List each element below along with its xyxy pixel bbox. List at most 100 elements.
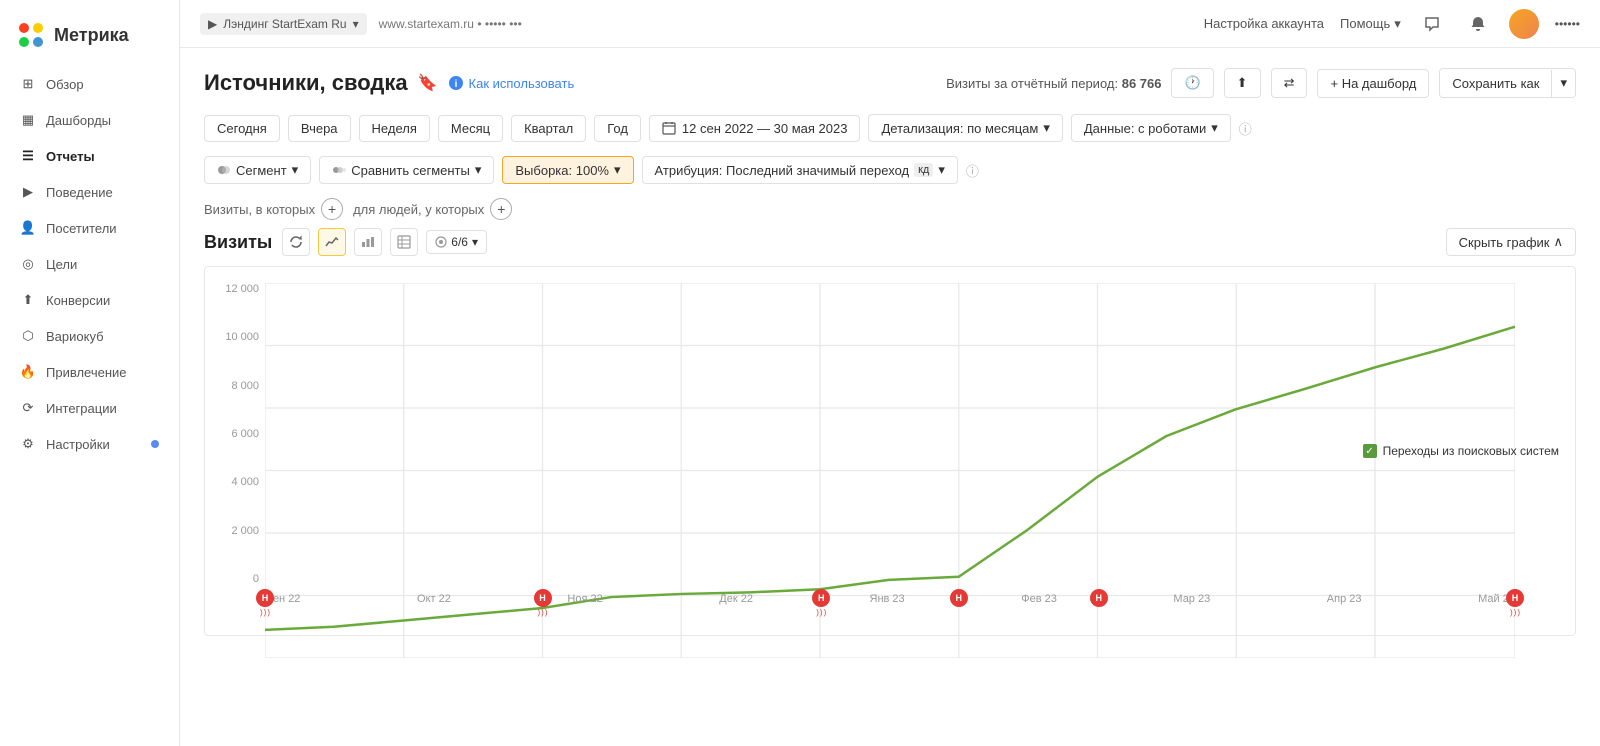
segment-label: Сегмент xyxy=(236,163,287,178)
cube-icon: ⬡ xyxy=(20,328,36,344)
segment-button[interactable]: Сегмент ▾ xyxy=(204,156,311,184)
refresh-button[interactable] xyxy=(282,228,310,256)
visits-title: Визиты xyxy=(204,232,272,253)
save-as-dropdown-button[interactable]: ▾ xyxy=(1552,69,1575,97)
event-marker-sep22[interactable]: Н ) ) ) xyxy=(256,589,274,617)
detail-button[interactable]: Детализация: по месяцам ▾ xyxy=(868,114,1062,142)
behavior-icon: ▶ xyxy=(20,184,36,200)
legend-label: Переходы из поисковых систем xyxy=(1383,444,1559,458)
x-label-jan23: Янв 23 xyxy=(870,593,905,605)
add-people-filter-button[interactable]: + xyxy=(490,198,512,220)
event-marker-feb23[interactable]: Н xyxy=(950,589,968,607)
visits-section: Визиты xyxy=(204,228,1576,636)
dashboard-icon: ▦ xyxy=(20,112,36,128)
page-header: Источники, сводка 🔖 i Как использовать В… xyxy=(204,68,1576,98)
sidebar-label-goals: Цели xyxy=(46,257,77,272)
site-selector[interactable]: ▶ Лэндинг StartExam Ru ▾ xyxy=(200,13,367,35)
username[interactable]: •••••• xyxy=(1555,17,1580,31)
sidebar-label-overview: Обзор xyxy=(46,77,84,92)
event-marker-mar23[interactable]: Н xyxy=(1090,589,1108,607)
compare-segments-button[interactable]: Сравнить сегменты ▾ xyxy=(319,156,494,184)
detail-label: Детализация: по месяцам xyxy=(881,121,1038,136)
sidebar-item-overview[interactable]: ⊞ Обзор xyxy=(4,67,175,101)
legend-checkbox[interactable]: ✓ xyxy=(1363,444,1377,458)
clock-icon: 🕐 xyxy=(1184,75,1200,91)
sidebar-item-variocube[interactable]: ⬡ Вариокуб xyxy=(4,319,175,353)
data-button[interactable]: Данные: с роботами ▾ xyxy=(1071,114,1231,142)
user-avatar[interactable] xyxy=(1509,9,1539,39)
sidebar-label-behavior: Поведение xyxy=(46,185,113,200)
help-chevron-icon: ▾ xyxy=(1394,16,1401,32)
export-button[interactable]: ⬆ xyxy=(1224,68,1261,98)
sample-label: Выборка: 100% xyxy=(515,163,609,178)
data-info-icon[interactable]: ⓘ xyxy=(1239,119,1252,138)
segment-icon xyxy=(217,163,231,177)
date-range-button[interactable]: 12 сен 2022 — 30 мая 2023 xyxy=(649,115,861,142)
app-logo[interactable]: Метрика xyxy=(0,8,179,66)
sidebar-item-integrations[interactable]: ⟳ Интеграции xyxy=(4,391,175,425)
event-marker-nov22[interactable]: Н ) ) ) xyxy=(534,589,552,617)
table-chart-button[interactable] xyxy=(390,228,418,256)
hide-graph-button[interactable]: Скрыть график ∧ xyxy=(1446,228,1576,256)
bookmark-icon[interactable]: 🔖 xyxy=(418,73,438,93)
acquisition-icon: 🔥 xyxy=(20,364,36,380)
add-to-dashboard-button[interactable]: + На дашборд xyxy=(1317,69,1429,98)
people-filter-label: для людей, у которых xyxy=(353,202,484,217)
quarter-button[interactable]: Квартал xyxy=(511,115,586,142)
layers-button[interactable]: 6/6 ▾ xyxy=(426,230,487,254)
save-as-button[interactable]: Сохранить как xyxy=(1440,70,1552,97)
month-button[interactable]: Месяц xyxy=(438,115,503,142)
attribution-chevron-icon: ▾ xyxy=(938,162,945,178)
help-button[interactable]: Помощь ▾ xyxy=(1340,16,1401,32)
week-button[interactable]: Неделя xyxy=(359,115,430,142)
svg-text:i: i xyxy=(454,79,457,90)
add-visits-filter-button[interactable]: + xyxy=(321,198,343,220)
sidebar-item-dashboards[interactable]: ▦ Дашборды xyxy=(4,103,175,137)
sidebar-item-acquisition[interactable]: 🔥 Привлечение xyxy=(4,355,175,389)
sidebar-item-conversions[interactable]: ⬆ Конверсии xyxy=(4,283,175,317)
share-button[interactable]: ⇄ xyxy=(1271,68,1308,98)
reports-icon: ☰ xyxy=(20,148,36,164)
notifications-icon-button[interactable] xyxy=(1463,9,1493,39)
sidebar-item-goals[interactable]: ◎ Цели xyxy=(4,247,175,281)
visits-controls: 6/6 ▾ xyxy=(282,228,487,256)
page-title-row: Источники, сводка 🔖 i Как использовать xyxy=(204,70,574,96)
event-marker-may23[interactable]: Н ) ) ) xyxy=(1506,589,1524,617)
conversions-icon: ⬆ xyxy=(20,292,36,308)
topbar: ▶ Лэндинг StartExam Ru ▾ www.startexam.r… xyxy=(180,0,1600,48)
sidebar-item-reports[interactable]: ☰ Отчеты xyxy=(4,139,175,173)
how-to-use-link[interactable]: i Как использовать xyxy=(448,75,575,91)
site-url: www.startexam.ru • ••••• ••• xyxy=(379,17,522,31)
attribution-info-icon[interactable]: ⓘ xyxy=(966,161,979,180)
save-as-control: Сохранить как ▾ xyxy=(1439,68,1576,98)
line-chart-icon xyxy=(325,235,339,249)
main-area: ▶ Лэндинг StartExam Ru ▾ www.startexam.r… xyxy=(180,0,1600,746)
event-marker-jan23[interactable]: Н ) ) ) xyxy=(812,589,830,617)
settings-icon: ⚙ xyxy=(20,436,36,452)
help-label: Помощь xyxy=(1340,16,1390,31)
chart-x-labels: Сен 22 Окт 22 Ноя 22 Дек 22 Янв 23 Фев 2… xyxy=(265,593,1515,605)
sidebar-item-settings[interactable]: ⚙ Настройки xyxy=(4,427,175,461)
how-to-use-label: Как использовать xyxy=(469,76,575,91)
visits-period-info: Визиты за отчётный период: 86 766 xyxy=(946,76,1161,91)
y-label-0: 0 xyxy=(253,573,259,585)
filter-bar: Сегмент ▾ Сравнить сегменты ▾ Выборка: 1… xyxy=(204,156,1576,184)
export-icon: ⬆ xyxy=(1237,75,1248,91)
attribution-button[interactable]: Атрибуция: Последний значимый переход кд… xyxy=(642,156,958,184)
today-button[interactable]: Сегодня xyxy=(204,115,280,142)
clock-button[interactable]: 🕐 xyxy=(1171,68,1213,98)
calendar-icon xyxy=(662,121,676,135)
year-button[interactable]: Год xyxy=(594,115,641,142)
attribution-label: Атрибуция: Последний значимый переход xyxy=(655,163,910,178)
share-icon: ⇄ xyxy=(1284,75,1295,91)
line-chart-button[interactable] xyxy=(318,228,346,256)
bar-chart-button[interactable] xyxy=(354,228,382,256)
page-header-right: Визиты за отчётный период: 86 766 🕐 ⬆ ⇄ … xyxy=(946,68,1576,98)
sample-button[interactable]: Выборка: 100% ▾ xyxy=(502,156,633,184)
segment-chevron-icon: ▾ xyxy=(292,162,299,178)
sidebar-item-behavior[interactable]: ▶ Поведение xyxy=(4,175,175,209)
account-settings-link[interactable]: Настройка аккаунта xyxy=(1204,16,1324,31)
chat-icon-button[interactable] xyxy=(1417,9,1447,39)
yesterday-button[interactable]: Вчера xyxy=(288,115,351,142)
sidebar-item-visitors[interactable]: 👤 Посетители xyxy=(4,211,175,245)
